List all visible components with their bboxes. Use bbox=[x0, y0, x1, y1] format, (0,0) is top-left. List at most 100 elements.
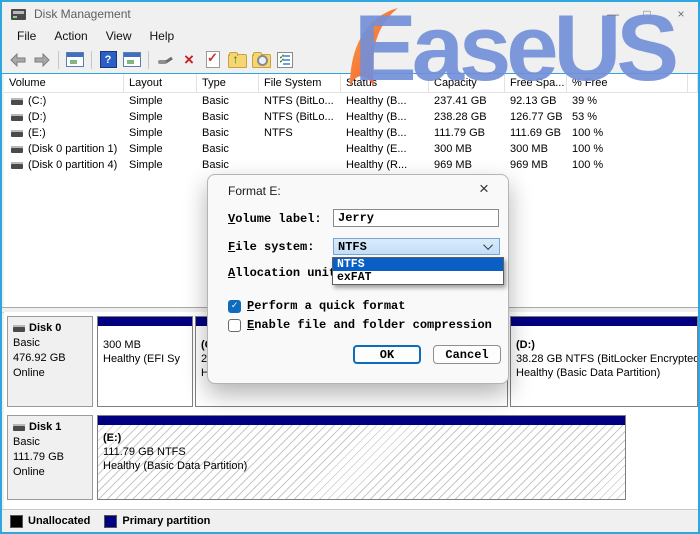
unallocated-swatch bbox=[10, 515, 23, 528]
disk-status: Online bbox=[13, 366, 87, 381]
column-pct-free[interactable]: % Free bbox=[567, 74, 688, 92]
show-action-pane-icon[interactable] bbox=[120, 49, 144, 71]
compression-label: Enable file and folder compression bbox=[247, 318, 492, 332]
cell-free: 92.13 GB bbox=[505, 93, 567, 109]
cell-layout: Simple bbox=[124, 109, 197, 125]
partition-size: 38.28 GB NTFS (BitLocker Encrypted bbox=[516, 352, 692, 366]
column-free-space[interactable]: Free Spa... bbox=[505, 74, 567, 92]
cell-capacity: 111.79 GB bbox=[429, 125, 505, 141]
volume-row-c[interactable]: (C:) Simple Basic NTFS (BitLo... Healthy… bbox=[4, 93, 698, 109]
delete-icon[interactable]: × bbox=[177, 49, 201, 71]
volume-label-label: Volume label: bbox=[228, 212, 322, 226]
cell-layout: Simple bbox=[124, 125, 197, 141]
volume-icon bbox=[11, 146, 23, 153]
column-filler bbox=[688, 74, 698, 92]
combobox-value: NTFS bbox=[334, 240, 367, 254]
cell-capacity: 969 MB bbox=[429, 157, 505, 173]
column-file-system[interactable]: File System bbox=[259, 74, 341, 92]
allocation-unit-label: Allocation unit bbox=[228, 266, 336, 280]
volume-icon bbox=[11, 162, 23, 169]
quick-format-checkbox[interactable]: ✓ bbox=[228, 300, 241, 313]
dropdown-option-ntfs[interactable]: NTFS bbox=[333, 258, 503, 271]
format-dialog: Format E: × Volume label: File system: N… bbox=[207, 174, 509, 384]
dialog-close-icon[interactable]: × bbox=[474, 179, 494, 199]
minimize-button[interactable]: — bbox=[596, 2, 630, 26]
disk-icon bbox=[13, 424, 25, 431]
check-disk-icon[interactable]: ✓ bbox=[201, 49, 225, 71]
column-type[interactable]: Type bbox=[197, 74, 259, 92]
volume-name: (E:) bbox=[28, 127, 46, 139]
partition-size: 300 MB bbox=[103, 338, 187, 352]
disk-icon bbox=[13, 325, 25, 332]
quick-format-row: ✓ Perform a quick format bbox=[228, 299, 405, 313]
volume-name: (D:) bbox=[28, 111, 46, 123]
back-icon[interactable] bbox=[6, 49, 30, 71]
file-system-dropdown-list: NTFS exFAT bbox=[332, 257, 504, 285]
column-status[interactable]: Status bbox=[341, 74, 429, 92]
partition-status: Healthy (Basic Data Partition) bbox=[516, 366, 692, 380]
legend-primary-partition: Primary partition bbox=[104, 515, 210, 528]
disk1-label[interactable]: Disk 1 Basic 111.79 GB Online bbox=[7, 415, 93, 500]
dialog-title: Format E: bbox=[228, 184, 281, 198]
menu-action[interactable]: Action bbox=[45, 27, 96, 45]
search-folder-icon[interactable] bbox=[249, 49, 273, 71]
column-capacity[interactable]: Capacity bbox=[429, 74, 505, 92]
disk-size: 476.92 GB bbox=[13, 351, 87, 366]
column-volume[interactable]: Volume bbox=[4, 74, 124, 92]
cell-capacity: 237.41 GB bbox=[429, 93, 505, 109]
file-system-label: File system: bbox=[228, 240, 314, 254]
cell-layout: Simple bbox=[124, 141, 197, 157]
cell-status: Healthy (B... bbox=[341, 109, 429, 125]
show-console-tree-icon[interactable] bbox=[63, 49, 87, 71]
partition-d[interactable]: (D:) 38.28 GB NTFS (BitLocker Encrypted … bbox=[510, 316, 698, 407]
file-system-combobox[interactable]: NTFS bbox=[333, 238, 500, 255]
disk-status: Online bbox=[13, 465, 87, 480]
menu-view[interactable]: View bbox=[97, 27, 141, 45]
toolbar-separator bbox=[91, 51, 92, 69]
help-icon[interactable]: ? bbox=[96, 49, 120, 71]
partition-e-formatting[interactable]: (E:) 111.79 GB NTFS Healthy (Basic Data … bbox=[97, 415, 626, 500]
disk-size: 111.79 GB bbox=[13, 450, 87, 465]
cell-capacity: 238.28 GB bbox=[429, 109, 505, 125]
volume-list-header: Volume Layout Type File System Status Ca… bbox=[4, 74, 698, 93]
toolbar-separator bbox=[148, 51, 149, 69]
primary-partition-swatch bbox=[104, 515, 117, 528]
menu-help[interactable]: Help bbox=[141, 27, 184, 45]
legend-unallocated: Unallocated bbox=[10, 515, 90, 528]
cell-type: Basic bbox=[197, 109, 259, 125]
column-layout[interactable]: Layout bbox=[124, 74, 197, 92]
menu-file[interactable]: File bbox=[8, 27, 45, 45]
maximize-button[interactable]: □ bbox=[630, 2, 664, 26]
volume-row-e[interactable]: (E:) Simple Basic NTFS Healthy (B... 111… bbox=[4, 125, 698, 141]
cell-status: Healthy (B... bbox=[341, 93, 429, 109]
title-bar: Disk Management — □ × bbox=[2, 2, 698, 26]
cell-status: Healthy (R... bbox=[341, 157, 429, 173]
partition-status: Healthy (Basic Data Partition) bbox=[103, 459, 620, 473]
cell-type: Basic bbox=[197, 93, 259, 109]
compression-row: Enable file and folder compression bbox=[228, 318, 492, 332]
export-folder-icon[interactable]: ↑ bbox=[225, 49, 249, 71]
volume-label-input[interactable] bbox=[333, 209, 499, 227]
partition-efi[interactable]: 300 MB Healthy (EFI Sy bbox=[97, 316, 193, 407]
cell-free: 969 MB bbox=[505, 157, 567, 173]
properties-icon[interactable]: ✓✓ bbox=[273, 49, 297, 71]
disk0-label[interactable]: Disk 0 Basic 476.92 GB Online bbox=[7, 316, 93, 407]
ok-button[interactable]: OK bbox=[353, 345, 421, 364]
forward-icon[interactable] bbox=[30, 49, 54, 71]
compression-checkbox[interactable] bbox=[228, 319, 241, 332]
legend-bar: Unallocated Primary partition bbox=[2, 509, 698, 532]
partition-name: (D:) bbox=[516, 338, 692, 352]
close-button[interactable]: × bbox=[664, 2, 698, 26]
repair-tool-icon[interactable] bbox=[153, 49, 177, 71]
partition-header-bar bbox=[98, 317, 192, 326]
volume-row-disk0-part1[interactable]: (Disk 0 partition 1) Simple Basic Health… bbox=[4, 141, 698, 157]
legend-label: Primary partition bbox=[122, 515, 210, 527]
volume-row-d[interactable]: (D:) Simple Basic NTFS (BitLo... Healthy… bbox=[4, 109, 698, 125]
dropdown-option-exfat[interactable]: exFAT bbox=[333, 271, 503, 284]
partition-header-bar bbox=[98, 416, 625, 425]
disk-management-app-icon bbox=[11, 9, 26, 20]
volume-row-disk0-part4[interactable]: (Disk 0 partition 4) Simple Basic Health… bbox=[4, 157, 698, 173]
cancel-button[interactable]: Cancel bbox=[433, 345, 501, 364]
cell-fs bbox=[259, 157, 341, 173]
cell-pct: 100 % bbox=[567, 157, 688, 173]
